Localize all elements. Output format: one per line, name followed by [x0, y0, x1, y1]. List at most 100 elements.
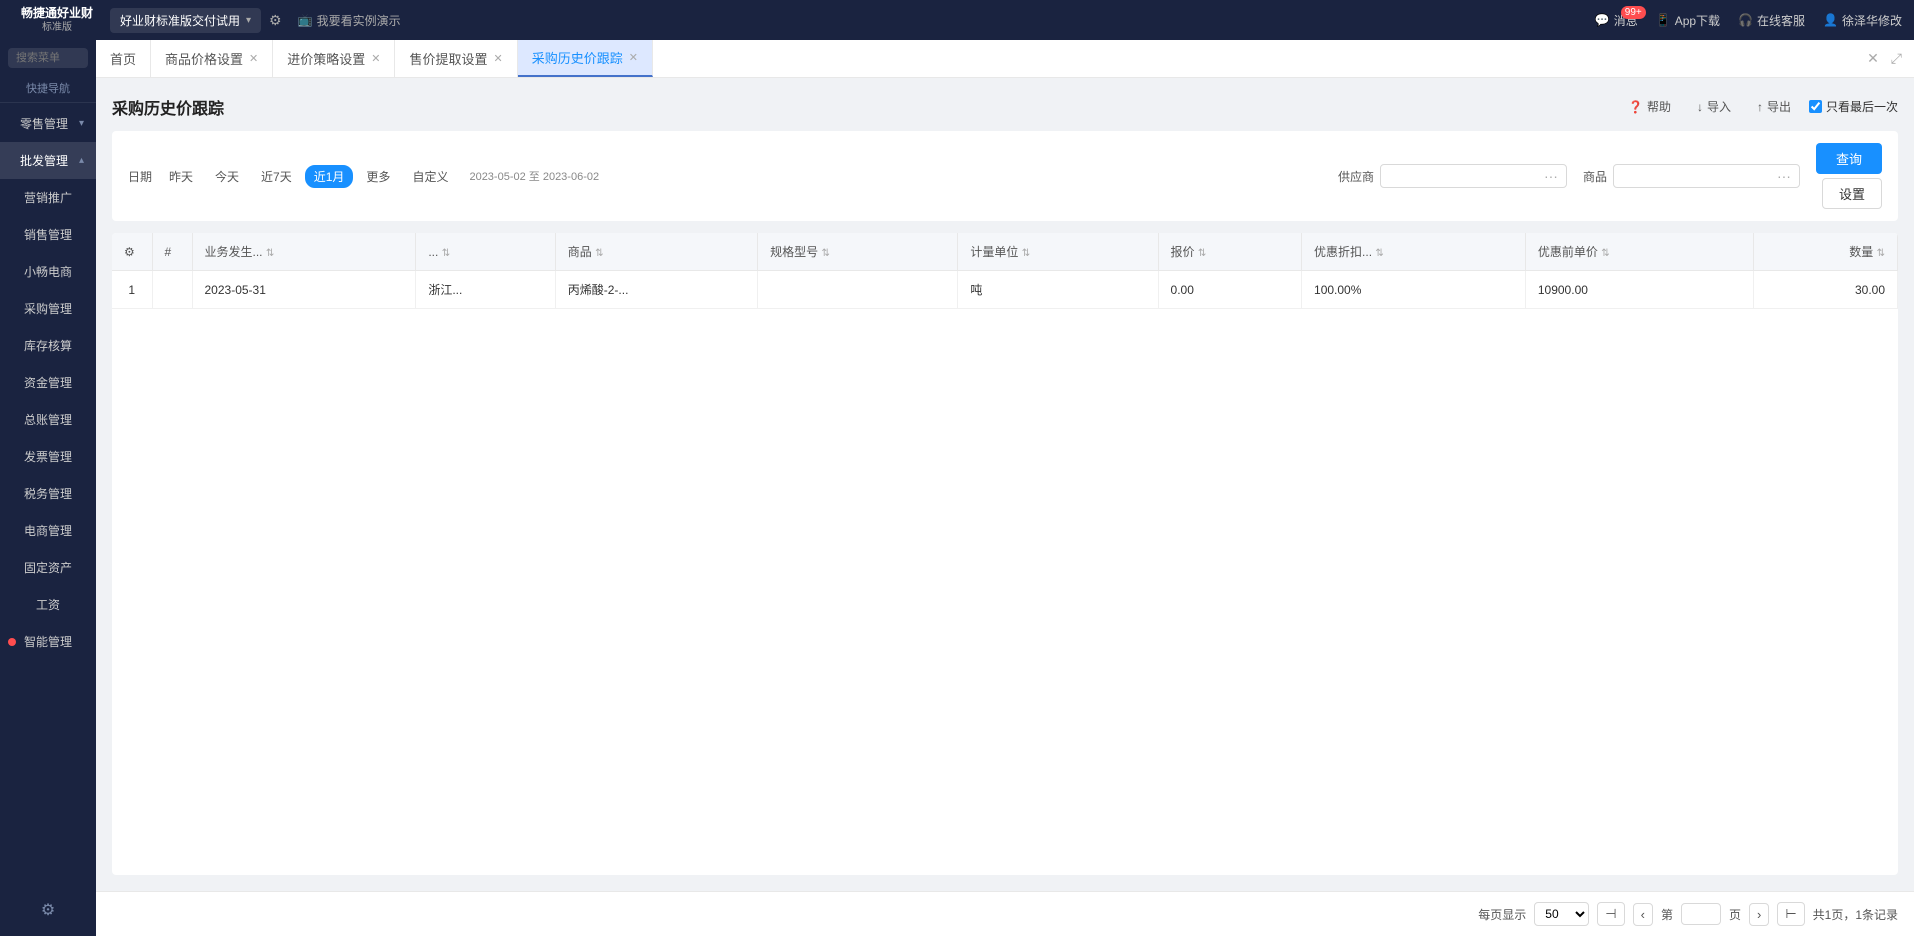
filter-row-goods: 商品 ···: [1583, 164, 1800, 188]
per-page-select[interactable]: 50 10 20 100: [1534, 902, 1589, 926]
th-more[interactable]: ... ⇅: [416, 233, 555, 271]
export-icon: ↑: [1757, 100, 1763, 114]
th-spec[interactable]: 规格型号 ⇅: [758, 233, 958, 271]
online-service-label: 在线客服: [1757, 12, 1805, 29]
sidebar-item-ledger[interactable]: 总账管理: [0, 401, 96, 438]
download-icon: 📱: [1656, 13, 1671, 27]
sidebar-item-retail[interactable]: 零售管理 ▾: [0, 105, 96, 142]
date-btn-more[interactable]: 更多: [357, 165, 399, 188]
sidebar-tax-label: 税务管理: [24, 485, 72, 502]
th-gear[interactable]: ⚙: [112, 233, 152, 271]
page-label: 第: [1661, 906, 1673, 923]
pagination-next-button[interactable]: ›: [1749, 903, 1769, 926]
import-button[interactable]: ↓ 导入: [1689, 94, 1739, 119]
pagination-last-button[interactable]: ⊢: [1777, 902, 1804, 926]
app-download-button[interactable]: 📱 App下载: [1656, 12, 1720, 29]
topbar-settings-icon[interactable]: ⚙: [269, 12, 282, 29]
sidebar-item-invoice[interactable]: 发票管理: [0, 438, 96, 475]
goods-more-icon[interactable]: ···: [1777, 168, 1791, 184]
only-last-checkbox-label[interactable]: 只看最后一次: [1809, 98, 1898, 115]
pagination-prev-button[interactable]: ‹: [1633, 903, 1653, 926]
goods-filter-label: 商品: [1583, 168, 1607, 185]
tab-home[interactable]: 首页: [96, 40, 151, 77]
online-service-button[interactable]: 🎧 在线客服: [1738, 12, 1805, 29]
sidebar-item-ecommerce[interactable]: 电商管理: [0, 512, 96, 549]
sidebar-item-sales[interactable]: 销售管理: [0, 216, 96, 253]
supplier-input[interactable]: [1389, 169, 1544, 183]
sidebar-item-inventory[interactable]: 库存核算: [0, 327, 96, 364]
sidebar-item-purchase[interactable]: 采购管理: [0, 290, 96, 327]
sidebar-item-finance[interactable]: 资金管理: [0, 364, 96, 401]
th-quote[interactable]: 报价 ⇅: [1158, 233, 1302, 271]
tab-expand-icon[interactable]: ⤢: [1887, 48, 1906, 69]
tab-purchase-strategy[interactable]: 进价策略设置 ✕: [273, 40, 395, 77]
export-button[interactable]: ↑ 导出: [1749, 94, 1799, 119]
sidebar-item-salary[interactable]: 工资: [0, 586, 96, 623]
per-page-label: 每页显示: [1478, 906, 1526, 923]
date-btn-yesterday[interactable]: 昨天: [160, 165, 202, 188]
page-suffix: 页: [1729, 906, 1741, 923]
th-pre-discount-price[interactable]: 优惠前单价 ⇅: [1525, 233, 1754, 271]
tab-goods-price-label: 商品价格设置: [165, 49, 243, 68]
query-button[interactable]: 查询: [1816, 143, 1882, 174]
supplier-input-wrap: ···: [1380, 164, 1567, 188]
chevron-down-icon: ▾: [79, 118, 84, 129]
row-unit-cell: 吨: [958, 271, 1158, 309]
th-discount[interactable]: 优惠折扣... ⇅: [1302, 233, 1526, 271]
only-last-checkbox[interactable]: [1809, 100, 1822, 113]
tab-goods-price[interactable]: 商品价格设置 ✕: [151, 40, 273, 77]
goods-input-wrap: ···: [1613, 164, 1800, 188]
messages-button[interactable]: 💬 消息 99+: [1595, 12, 1638, 29]
app-download-label: App下载: [1675, 12, 1720, 29]
user-menu-button[interactable]: 👤 徐泽华修改: [1823, 12, 1902, 29]
sidebar: 快捷导航 零售管理 ▾ 批发管理 ▴ 营销推广 销售管理 小畅电商 采购管理 库…: [0, 40, 96, 936]
message-icon: 💬: [1595, 13, 1610, 27]
filter-settings-button[interactable]: 设置: [1822, 178, 1882, 209]
pagination-first-button[interactable]: ⊣: [1597, 902, 1624, 926]
demo-link[interactable]: 📺 我要看实例演示: [298, 12, 401, 29]
sidebar-smart-label: 智能管理: [24, 633, 72, 650]
product-name: 好业财标准版交付试用: [120, 12, 240, 29]
user-name: 徐泽华修改: [1842, 12, 1902, 29]
th-biz-date[interactable]: 业务发生... ⇅: [192, 233, 416, 271]
sidebar-sales-label: 销售管理: [24, 226, 72, 243]
th-quantity[interactable]: 数量 ⇅: [1754, 233, 1898, 271]
date-btn-today[interactable]: 今天: [206, 165, 248, 188]
sidebar-item-search[interactable]: [0, 40, 96, 76]
sort-icon-quantity: ⇅: [1877, 248, 1885, 259]
goods-input[interactable]: [1622, 169, 1777, 183]
sidebar-item-fixed-assets[interactable]: 固定资产: [0, 549, 96, 586]
content-area: 首页 商品价格设置 ✕ 进价策略设置 ✕ 售价提取设置 ✕ 采购历史价跟踪 ✕ …: [96, 40, 1914, 936]
tab-purchase-strategy-close[interactable]: ✕: [371, 52, 380, 65]
sidebar-settings-icon[interactable]: ⚙: [33, 892, 63, 928]
tab-sale-price[interactable]: 售价提取设置 ✕: [395, 40, 517, 77]
tab-purchase-history[interactable]: 采购历史价跟踪 ✕: [518, 40, 653, 77]
sidebar-item-ecommerce-small[interactable]: 小畅电商: [0, 253, 96, 290]
date-btn-1month[interactable]: 近1月: [305, 165, 354, 188]
row-goods-cell: 丙烯酸-2-...: [555, 271, 757, 309]
date-btn-custom[interactable]: 自定义: [403, 165, 457, 188]
search-input[interactable]: [8, 48, 88, 68]
sort-icon-goods: ⇅: [595, 248, 603, 259]
product-selector[interactable]: 好业财标准版交付试用 ▾: [110, 8, 261, 33]
tab-close-icon[interactable]: ✕: [1863, 48, 1883, 69]
date-btn-7days[interactable]: 近7天: [252, 165, 301, 188]
tab-sale-price-close[interactable]: ✕: [494, 52, 503, 65]
supplier-more-icon[interactable]: ···: [1544, 168, 1558, 184]
tab-goods-price-close[interactable]: ✕: [249, 52, 258, 65]
tab-purchase-history-close[interactable]: ✕: [629, 51, 638, 64]
sidebar-item-smart[interactable]: 智能管理: [0, 623, 96, 660]
sidebar-purchase-label: 采购管理: [24, 300, 72, 317]
date-options: 昨天 今天 近7天 近1月 更多 自定义: [160, 165, 457, 188]
row-biz-date-cell: 2023-05-31: [192, 271, 416, 309]
sidebar-item-tax[interactable]: 税务管理: [0, 475, 96, 512]
help-button[interactable]: ❓ 帮助: [1620, 94, 1679, 119]
sort-icon-spec: ⇅: [821, 248, 829, 259]
sidebar-item-marketing[interactable]: 营销推广: [0, 179, 96, 216]
th-unit[interactable]: 计量单位 ⇅: [958, 233, 1158, 271]
page-title: 采购历史价跟踪: [112, 95, 224, 119]
page-input[interactable]: 1: [1681, 903, 1721, 925]
tab-bar-right: ✕ ⤢: [1863, 48, 1914, 69]
th-goods[interactable]: 商品 ⇅: [555, 233, 757, 271]
sidebar-item-wholesale[interactable]: 批发管理 ▴: [0, 142, 96, 179]
